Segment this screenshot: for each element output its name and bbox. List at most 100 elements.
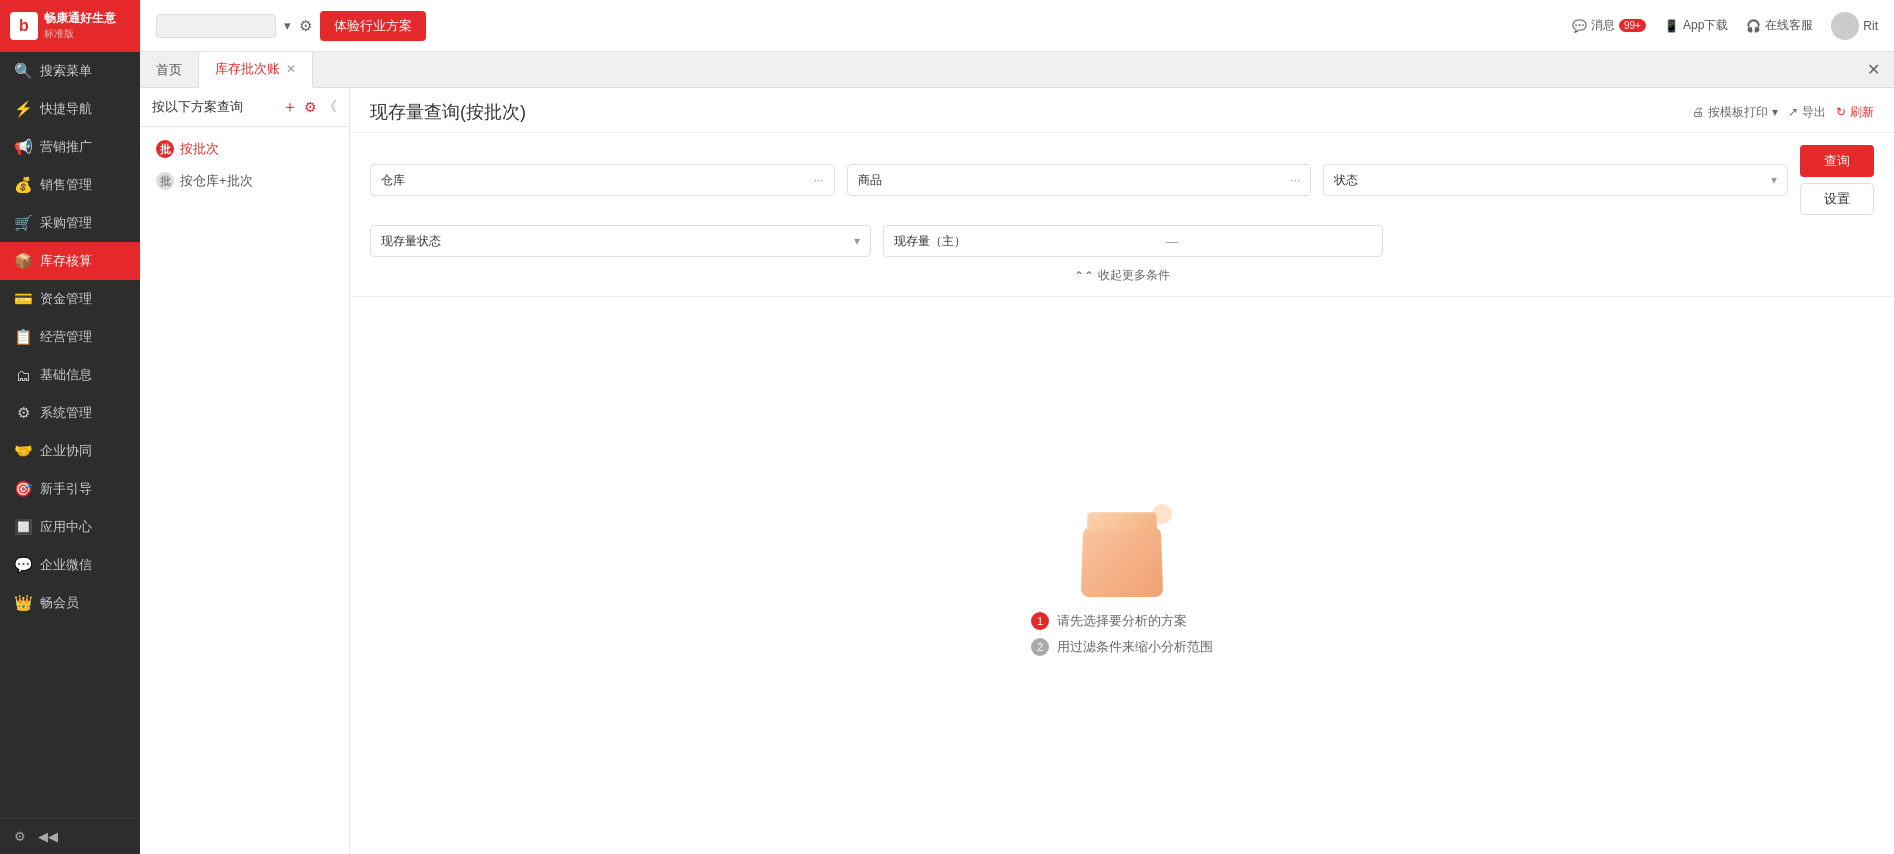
export-btn[interactable]: ↗ 导出 [1788, 104, 1826, 121]
company-name: 畅康通好生意 [44, 11, 116, 27]
inventory-status-dropdown[interactable]: ▾ [854, 234, 860, 248]
tab-close-1[interactable]: ✕ [286, 63, 296, 75]
schema-icon-0: 批 [156, 140, 174, 158]
quantity-min-input[interactable] [972, 234, 1166, 248]
industry-btn[interactable]: 体验行业方案 [320, 11, 426, 41]
product-more[interactable]: ··· [1290, 173, 1300, 187]
sidebar-item-营销推广[interactable]: 📢营销推广 [0, 128, 140, 166]
empty-tips: 1 请先选择要分析的方案 2 用过滤条件来缩小分析范围 [1031, 612, 1213, 656]
filter-area: 仓库 ··· 商品 ··· 状态 ▾ 查询 [350, 133, 1894, 297]
sidebar-icon-4: 🛒 [14, 214, 32, 232]
print-dropdown-icon: ▾ [1772, 105, 1778, 119]
inventory-status-filter[interactable]: 现存量状态 ▾ [370, 225, 871, 257]
sidebar-item-畅会员[interactable]: 👑畅会员 [0, 584, 140, 622]
query-btn[interactable]: 查询 [1800, 145, 1874, 177]
status-input[interactable] [1364, 173, 1771, 187]
manage-schema-btn[interactable]: ⚙ [304, 100, 317, 114]
product-input[interactable] [888, 173, 1291, 187]
tab-库存批次账[interactable]: 库存批次账✕ [199, 52, 313, 88]
sidebar-label-5: 库存核算 [40, 252, 92, 270]
schema-item-0[interactable]: 批 按批次 [140, 133, 349, 165]
sidebar-icon-13: 💬 [14, 556, 32, 574]
tip-number-1: 1 [1031, 612, 1049, 630]
tip-text-1: 请先选择要分析的方案 [1057, 612, 1187, 630]
settings-gear-icon[interactable]: ⚙ [299, 17, 312, 35]
app-download-group[interactable]: 📱 App下载 [1664, 17, 1728, 34]
schema-label-0: 按批次 [180, 140, 219, 158]
schema-item-1[interactable]: 批 按仓库+批次 [140, 165, 349, 197]
topbar: ▾ ⚙ 体验行业方案 💬 消息 99+ 📱 App下载 🎧 在线客服 Rit [140, 0, 1894, 52]
tabbar: 首页库存批次账✕✕ [140, 52, 1894, 88]
schema-icon-1: 批 [156, 172, 174, 190]
sidebar-item-企业协同[interactable]: 🤝企业协同 [0, 432, 140, 470]
schema-list: 批 按批次 批 按仓库+批次 [140, 127, 349, 203]
inventory-status-input[interactable] [447, 234, 854, 248]
sidebar-item-经营管理[interactable]: 📋经营管理 [0, 318, 140, 356]
sidebar-item-应用中心[interactable]: 🔲应用中心 [0, 508, 140, 546]
tab-label-0: 首页 [156, 61, 182, 79]
sidebar-icon-14: 👑 [14, 594, 32, 612]
user-group[interactable]: Rit [1831, 12, 1878, 40]
empty-box [1081, 527, 1164, 597]
sidebar-label-3: 销售管理 [40, 176, 92, 194]
sidebar-item-新手引导[interactable]: 🎯新手引导 [0, 470, 140, 508]
tip-text-2: 用过滤条件来缩小分析范围 [1057, 638, 1213, 656]
left-panel-actions: ＋ ⚙ 《 [282, 98, 337, 116]
sidebar-item-库存核算[interactable]: 📦库存核算 [0, 242, 140, 280]
sidebar-item-采购管理[interactable]: 🛒 采购管理 [0, 204, 140, 242]
settings-btn[interactable]: 设置 [1800, 183, 1874, 215]
sidebar-item-快捷导航[interactable]: ⚡ 快捷导航 [0, 90, 140, 128]
sidebar-label-11: 新手引导 [40, 480, 92, 498]
sidebar-label-1: 快捷导航 [40, 100, 92, 118]
filter-collapse-row[interactable]: ⌃⌃ 收起更多条件 [370, 267, 1874, 284]
page-header-actions: 🖨 按模板打印 ▾ ↗ 导出 ↻ 刷新 [1692, 104, 1874, 121]
panel-close-btn[interactable]: ✕ [1853, 60, 1894, 79]
filter-row-2: 现存量状态 ▾ 现存量（主） — [370, 225, 1874, 257]
collapse-label: 收起更多条件 [1098, 267, 1170, 284]
add-schema-btn[interactable]: ＋ [282, 99, 298, 115]
action-buttons: 查询 设置 [1800, 145, 1874, 215]
breadcrumb-input[interactable] [156, 14, 276, 38]
status-dropdown-icon[interactable]: ▾ [1771, 173, 1777, 187]
messages-badge: 99+ [1619, 19, 1646, 32]
sidebar-label-7: 经营管理 [40, 328, 92, 346]
tab-首页[interactable]: 首页 [140, 52, 199, 88]
app-download-icon: 📱 [1664, 19, 1679, 33]
online-service-group[interactable]: 🎧 在线客服 [1746, 17, 1813, 34]
inventory-quantity-filter[interactable]: 现存量（主） — [883, 225, 1384, 257]
warehouse-input[interactable] [411, 173, 814, 187]
app-version: 标准版 [44, 27, 116, 41]
sidebar-item-资金管理[interactable]: 💳资金管理 [0, 280, 140, 318]
headset-icon: 🎧 [1746, 19, 1761, 33]
main-area: ▾ ⚙ 体验行业方案 💬 消息 99+ 📱 App下载 🎧 在线客服 Rit [140, 0, 1894, 854]
sidebar-item-销售管理[interactable]: 💰销售管理 [0, 166, 140, 204]
sidebar-label-10: 企业协同 [40, 442, 92, 460]
quantity-separator: — [1166, 234, 1179, 249]
print-btn[interactable]: 🖨 按模板打印 ▾ [1692, 104, 1778, 121]
collapse-left-panel-btn[interactable]: 《 [323, 98, 337, 116]
sidebar-item-基础信息[interactable]: 🗂基础信息 [0, 356, 140, 394]
export-icon: ↗ [1788, 105, 1798, 119]
empty-state: 1 请先选择要分析的方案 2 用过滤条件来缩小分析范围 [350, 297, 1894, 854]
avatar [1831, 12, 1859, 40]
sidebar-item-企业微信[interactable]: 💬 企业微信 [0, 546, 140, 584]
empty-tip-1: 1 请先选择要分析的方案 [1031, 612, 1213, 630]
sidebar-footer: ⚙ ◀◀ [0, 818, 140, 854]
breadcrumb-dropdown[interactable]: ▾ [284, 18, 291, 33]
status-filter[interactable]: 状态 ▾ [1323, 164, 1788, 196]
product-filter[interactable]: 商品 ··· [847, 164, 1312, 196]
settings-footer-icon[interactable]: ⚙ [14, 829, 26, 844]
warehouse-filter[interactable]: 仓库 ··· [370, 164, 835, 196]
sidebar-item-搜索菜单[interactable]: 🔍搜索菜单 [0, 52, 140, 90]
quantity-max-input[interactable] [1179, 234, 1373, 248]
refresh-btn[interactable]: ↻ 刷新 [1836, 104, 1874, 121]
sidebar-title-group: 畅康通好生意 标准版 [44, 11, 116, 41]
sidebar-label-13: 企业微信 [40, 556, 92, 574]
messages-group[interactable]: 💬 消息 99+ [1572, 17, 1646, 34]
collapse-sidebar-btn[interactable]: ◀◀ [38, 829, 58, 844]
warehouse-more[interactable]: ··· [814, 173, 824, 187]
sidebar-item-系统管理[interactable]: ⚙系统管理 [0, 394, 140, 432]
sidebar-label-4: 采购管理 [40, 214, 92, 232]
sidebar-icon-1: ⚡ [14, 100, 32, 118]
sidebar-icon-9: ⚙ [14, 404, 32, 422]
